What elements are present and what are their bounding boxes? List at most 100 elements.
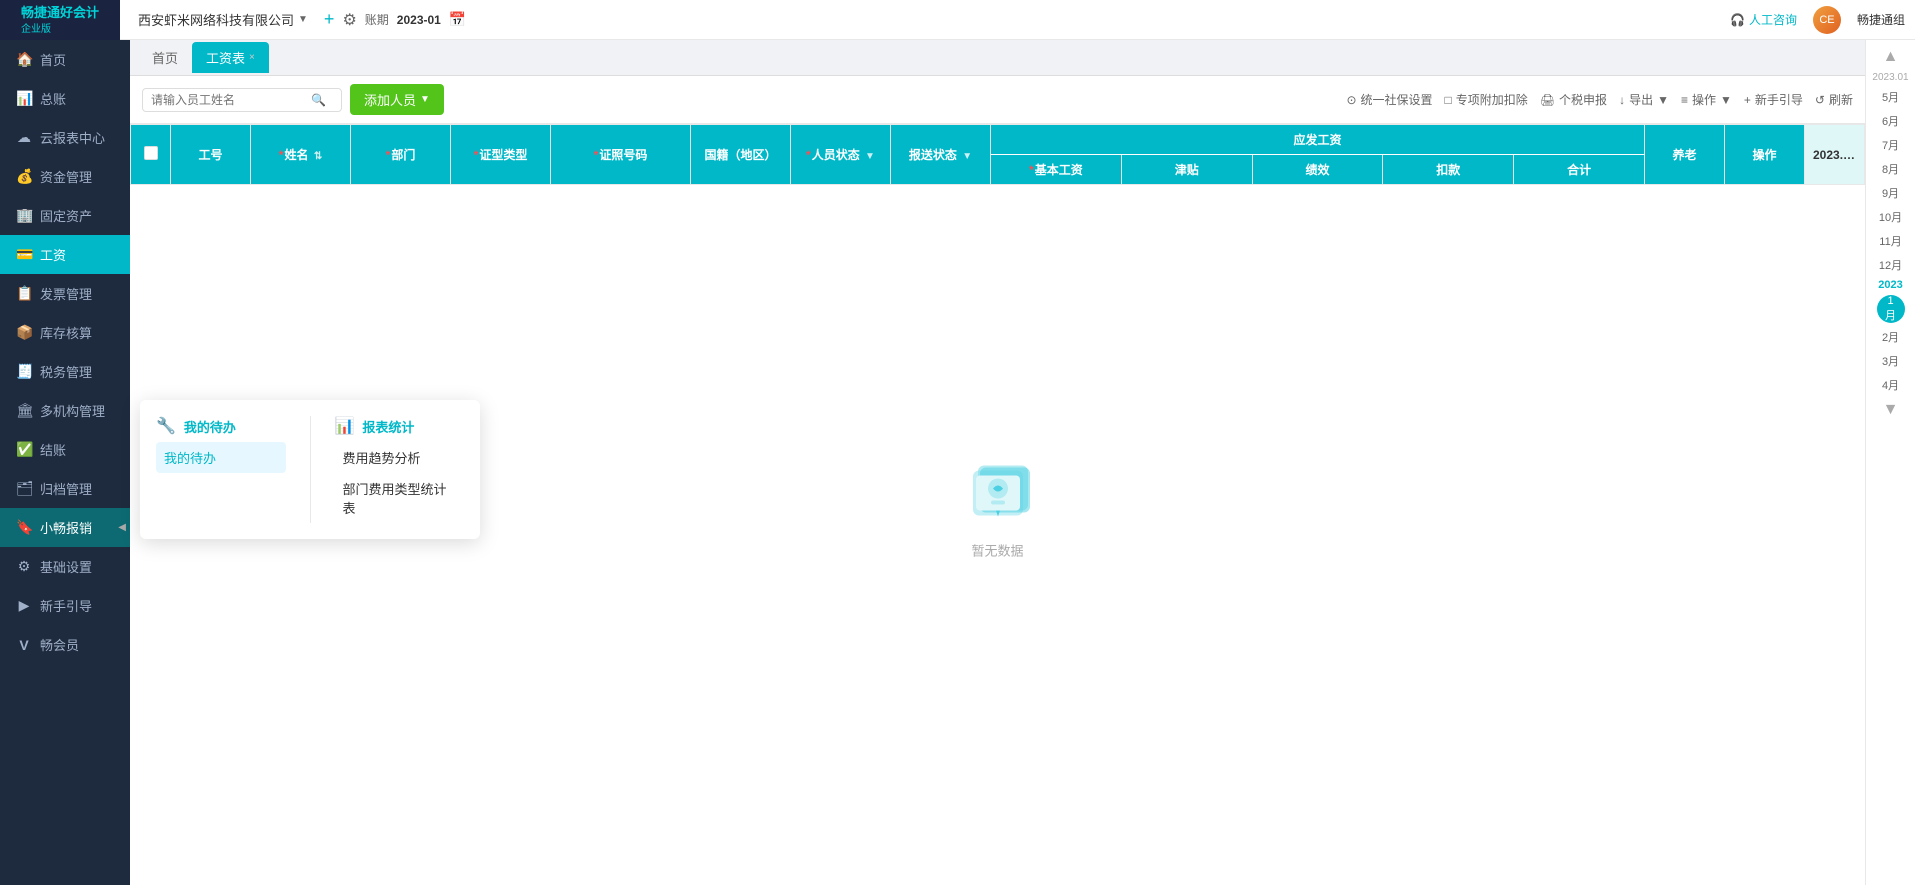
menu-col-reports: 📊 报表统计 费用趋势分析 部门费用类型统计表 — [335, 416, 465, 523]
name-sort-icon: ⇅ — [314, 151, 322, 162]
search-wrap: 🔍 — [142, 88, 342, 112]
th-date: 2023.01 — [1805, 125, 1865, 185]
special-deduction-btn[interactable]: □ 专项附加扣除 — [1445, 91, 1528, 108]
beginner-guide-btn[interactable]: + 新手引导 — [1744, 91, 1803, 108]
reports-section-icon: 📊 — [335, 416, 355, 436]
refresh-icon: ↺ — [1815, 93, 1825, 107]
th-send[interactable]: 报送状态 ▼ — [891, 125, 991, 185]
beginner-icon: ▶ — [16, 597, 32, 614]
th-allowance: 津贴 — [1121, 155, 1252, 185]
refresh-btn[interactable]: ↺ 刷新 — [1815, 91, 1853, 108]
timeline-month-sep[interactable]: 9月 — [1866, 181, 1915, 205]
period-value[interactable]: 2023-01 — [397, 13, 441, 27]
th-cert-num: *证照号码 — [551, 125, 691, 185]
sidebar-item-tax[interactable]: 🧾 税务管理 — [0, 352, 130, 391]
th-checkbox[interactable] — [131, 125, 171, 185]
operations-label: 操作 — [1692, 91, 1716, 108]
menu-item-my-todo[interactable]: 我的待办 — [156, 442, 286, 473]
expense-trend-label: 费用趋势分析 — [343, 451, 421, 466]
sidebar-item-ledger[interactable]: 📊 总账 — [0, 79, 130, 118]
sidebar-item-basic-settings[interactable]: ⚙ 基础设置 — [0, 547, 130, 586]
timeline-month-jun[interactable]: 6月 — [1866, 109, 1915, 133]
th-status[interactable]: *人员状态 ▼ — [791, 125, 891, 185]
timeline-month-mar[interactable]: 3月 — [1866, 349, 1915, 373]
dept-expense-label: 部门费用类型统计表 — [343, 482, 447, 516]
menu-item-dept-expense[interactable]: 部门费用类型统计表 — [335, 473, 465, 523]
timeline-down-btn[interactable]: ▼ — [1879, 397, 1903, 423]
menu-item-expense-trend[interactable]: 费用趋势分析 — [335, 442, 465, 473]
timeline-up-btn[interactable]: ▲ — [1879, 44, 1903, 70]
basic-settings-icon: ⚙ — [16, 558, 32, 575]
chevron-down-icon: ▼ — [298, 14, 308, 25]
export-label: 导出 — [1629, 91, 1653, 108]
calendar-icon[interactable]: 📅 — [449, 11, 466, 28]
funds-icon: 💰 — [16, 168, 32, 185]
sidebar-item-home[interactable]: 🏠 首页 — [0, 40, 130, 79]
period-label: 账期 — [365, 11, 389, 28]
sidebar-item-cloud-report[interactable]: ☁ 云报表中心 — [0, 118, 130, 157]
sidebar-label-member: 畅会员 — [40, 635, 79, 654]
sidebar-item-beginner[interactable]: ▶ 新手引导 — [0, 586, 130, 625]
empty-state: 暂无数据 — [958, 450, 1038, 559]
th-bonus: 绩效 — [1252, 155, 1383, 185]
timeline-month-oct[interactable]: 10月 — [1866, 205, 1915, 229]
th-country: 国籍（地区） — [691, 125, 791, 185]
sidebar-item-expense[interactable]: 🔖 小畅报销 ◀ — [0, 508, 130, 547]
multi-org-icon: 🏛 — [16, 402, 32, 419]
user-service-btn[interactable]: 🎧 人工咨询 — [1730, 11, 1797, 28]
social-insurance-btn[interactable]: ⊙ 统一社保设置 — [1346, 91, 1432, 108]
sidebar-label-salary: 工资 — [40, 245, 66, 264]
search-input[interactable] — [151, 93, 311, 107]
todo-section-icon: 🔧 — [156, 416, 176, 436]
sidebar-label-expense: 小畅报销 — [40, 518, 92, 537]
timeline-month-dec[interactable]: 12月 — [1866, 253, 1915, 277]
status-filter-icon: ▼ — [865, 151, 875, 162]
sidebar-item-invoice[interactable]: 📋 发票管理 — [0, 274, 130, 313]
tab-close-icon[interactable]: × — [249, 52, 255, 63]
add-person-button[interactable]: 添加人员 ▼ — [350, 84, 444, 115]
tab-salary-table[interactable]: 工资表 × — [192, 42, 269, 73]
assets-icon: 🏢 — [16, 207, 32, 224]
send-filter-icon: ▼ — [962, 151, 972, 162]
settings-icon[interactable]: ⚙ — [342, 10, 356, 30]
tab-salary-label: 工资表 — [206, 48, 245, 67]
operations-btn[interactable]: ≡ 操作 ▼ — [1681, 91, 1732, 108]
sidebar-item-close-accounts[interactable]: ✅ 结账 — [0, 430, 130, 469]
sidebar-label-beginner: 新手引导 — [40, 596, 92, 615]
timeline-month-may[interactable]: 5月 — [1866, 85, 1915, 109]
special-deduction-label: 专项附加扣除 — [1456, 91, 1528, 108]
timeline-month-jul[interactable]: 7月 — [1866, 133, 1915, 157]
timeline-month-aug[interactable]: 8月 — [1866, 157, 1915, 181]
sidebar-label-archive: 归档管理 — [40, 479, 92, 498]
add-company-icon[interactable]: + — [324, 9, 335, 30]
ledger-icon: 📊 — [16, 90, 32, 107]
right-timeline: ▲ 2023.01 5月 6月 7月 8月 9月 10月 11月 12月 202… — [1865, 40, 1915, 885]
th-num: 工号 — [171, 125, 251, 185]
tax-report-btn[interactable]: 🖨 个税申报 — [1540, 91, 1607, 108]
select-all-checkbox[interactable] — [144, 146, 158, 160]
my-todo-label: 我的待办 — [164, 451, 216, 466]
sidebar-item-assets[interactable]: 🏢 固定资产 — [0, 196, 130, 235]
th-name[interactable]: *姓名 ⇅ — [251, 125, 351, 185]
archive-icon: 🗂 — [16, 480, 32, 497]
toolbar-actions: ⊙ 统一社保设置 □ 专项附加扣除 🖨 个税申报 ↓ 导出 ▼ ≡ — [1346, 91, 1853, 108]
tab-home[interactable]: 首页 — [138, 42, 192, 73]
social-insurance-icon: ⊙ — [1346, 93, 1356, 107]
timeline-month-jan-current[interactable]: 1月 — [1877, 295, 1905, 323]
headset-icon: 🎧 — [1730, 13, 1745, 27]
sidebar-item-archive[interactable]: 🗂 归档管理 — [0, 469, 130, 508]
company-selector[interactable]: 西安虾米网络科技有限公司 ▼ — [130, 10, 316, 29]
export-btn[interactable]: ↓ 导出 ▼ — [1619, 91, 1669, 108]
timeline-month-nov[interactable]: 11月 — [1866, 229, 1915, 253]
sidebar-item-inventory[interactable]: 📦 库存核算 — [0, 313, 130, 352]
timeline-month-apr[interactable]: 4月 — [1866, 373, 1915, 397]
timeline-month-feb[interactable]: 2月 — [1866, 325, 1915, 349]
sidebar-item-member[interactable]: V 畅会员 — [0, 625, 130, 664]
sidebar-label-invoice: 发票管理 — [40, 284, 92, 303]
username[interactable]: 畅捷通组 — [1857, 11, 1905, 28]
sidebar-item-salary[interactable]: 💳 工资 — [0, 235, 130, 274]
menu-divider — [310, 416, 311, 523]
app-sub: 企业版 — [21, 20, 99, 35]
sidebar-item-multi-org[interactable]: 🏛 多机构管理 — [0, 391, 130, 430]
sidebar-item-funds[interactable]: 💰 资金管理 — [0, 157, 130, 196]
